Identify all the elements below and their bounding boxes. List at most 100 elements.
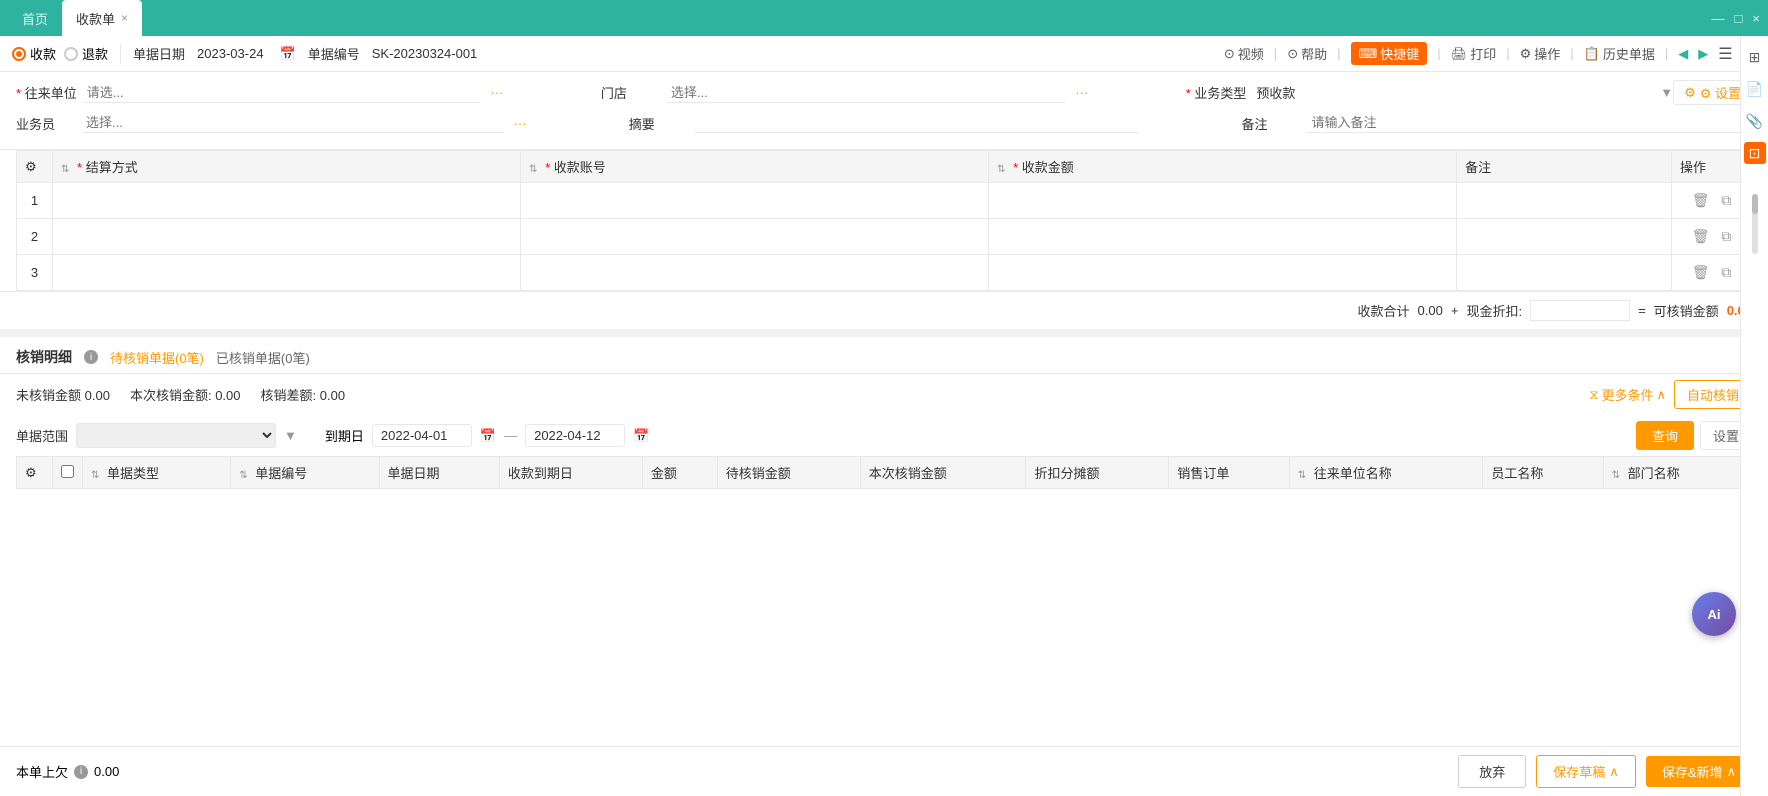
sidebar-clip-icon[interactable]: 📎 bbox=[1744, 110, 1766, 132]
collection-total-label: 收款合计 bbox=[1358, 301, 1410, 320]
row-2-settlement[interactable] bbox=[53, 219, 521, 255]
save-draft-btn[interactable]: 保存草稿 ∧ bbox=[1536, 755, 1636, 788]
bth-amount: 金额 bbox=[642, 457, 717, 489]
save-new-btn[interactable]: 保存&新增 ∧ bbox=[1646, 756, 1752, 787]
row-2-delete-icon[interactable]: 🗑 bbox=[1692, 228, 1710, 244]
net-label: 可核销金额 bbox=[1654, 301, 1719, 320]
nav-prev-icon[interactable]: ◀ bbox=[1678, 46, 1688, 62]
list-view-icon[interactable]: ☰ bbox=[1718, 44, 1732, 64]
tab-home[interactable]: 首页 bbox=[8, 0, 62, 36]
row-1-amount[interactable] bbox=[989, 183, 1457, 219]
bth-gear[interactable]: ⚙ bbox=[17, 457, 53, 489]
nav-next-icon[interactable]: ▶ bbox=[1698, 46, 1708, 62]
staff-label: 业务员 bbox=[16, 114, 76, 133]
row-1-settlement[interactable] bbox=[53, 183, 521, 219]
date-end-input[interactable] bbox=[525, 424, 625, 447]
sidebar-doc-icon[interactable]: 📄 bbox=[1744, 78, 1766, 100]
collection-total-value: 0.00 bbox=[1418, 303, 1443, 318]
sidebar-table-icon[interactable]: ⊞ bbox=[1744, 46, 1766, 68]
close-btn[interactable]: × bbox=[1752, 11, 1760, 26]
store-input[interactable] bbox=[667, 83, 1065, 103]
shortcut-btn[interactable]: ⌨ 快捷键 bbox=[1351, 42, 1428, 65]
save-new-dropdown-icon[interactable]: ∧ bbox=[1726, 764, 1736, 780]
bth-checkbox[interactable] bbox=[53, 457, 83, 489]
ai-badge[interactable]: Ai bbox=[1692, 592, 1736, 636]
calendar-icon[interactable]: 📅 bbox=[280, 46, 296, 62]
partner-more-btn[interactable]: ··· bbox=[490, 85, 503, 100]
current-label: 本单上欠 bbox=[16, 762, 68, 781]
bth-sales-order: 销售订单 bbox=[1169, 457, 1289, 489]
business-type-label: * 业务类型 bbox=[1186, 83, 1247, 102]
summary-input[interactable] bbox=[695, 113, 1140, 133]
row-3-account[interactable] bbox=[521, 255, 989, 291]
print-btn[interactable]: 🖨 打印 bbox=[1451, 44, 1497, 63]
row-2-amount[interactable] bbox=[989, 219, 1457, 255]
radio-refund-dot bbox=[64, 47, 78, 61]
business-type-value: 预收款 bbox=[1256, 83, 1295, 102]
tab-close-icon[interactable]: × bbox=[121, 11, 128, 25]
row-3-remarks[interactable] bbox=[1457, 255, 1672, 291]
minimize-btn[interactable]: — bbox=[1712, 11, 1725, 26]
bottom-right: 放弃 保存草稿 ∧ 保存&新增 ∧ bbox=[1458, 755, 1752, 788]
bth-partner-name: ⇅ 往来单位名称 bbox=[1289, 457, 1483, 489]
summary-field: 摘要 bbox=[629, 113, 1140, 133]
calendar-end-icon[interactable]: 📅 bbox=[633, 428, 649, 444]
date-dash: — bbox=[504, 428, 517, 443]
bth-discount: 折扣分摊额 bbox=[1026, 457, 1169, 489]
row-3-amount[interactable] bbox=[989, 255, 1457, 291]
sort-icon-settlement: ⇅ bbox=[61, 164, 69, 175]
verification-title: 核销明细 bbox=[16, 347, 72, 367]
row-1-remarks[interactable] bbox=[1457, 183, 1672, 219]
row-2-remarks[interactable] bbox=[1457, 219, 1672, 255]
right-sidebar: ⊞ 📄 📎 ⊡ bbox=[1740, 36, 1768, 796]
remarks-label: 备注 bbox=[1241, 114, 1301, 133]
scrollbar-thumb[interactable] bbox=[1752, 194, 1758, 214]
due-label: 到期日 bbox=[325, 426, 364, 445]
form-area: * 往来单位 ··· 门店 ··· * 业务类型 预收款 ▼ bbox=[0, 72, 1768, 150]
partner-input[interactable] bbox=[83, 83, 481, 103]
query-btn[interactable]: 查询 bbox=[1636, 421, 1694, 450]
store-more-btn[interactable]: ··· bbox=[1075, 85, 1088, 100]
row-1-delete-icon[interactable]: 🗑 bbox=[1692, 192, 1710, 208]
radio-refund[interactable]: 退款 bbox=[64, 44, 108, 63]
row-2-account[interactable] bbox=[521, 219, 989, 255]
staff-more-btn[interactable]: ··· bbox=[514, 116, 527, 131]
discount-input[interactable] bbox=[1530, 300, 1630, 321]
staff-input[interactable] bbox=[82, 113, 504, 133]
help-icon: ⊙ bbox=[1287, 46, 1298, 62]
discount-label: 现金折扣: bbox=[1466, 301, 1522, 320]
row-1-copy-icon[interactable]: ⧉ bbox=[1721, 192, 1731, 208]
business-dropdown-icon[interactable]: ▼ bbox=[1660, 85, 1673, 100]
pending-tab[interactable]: 待核销单据(0笔) bbox=[110, 348, 204, 367]
row-3-settlement[interactable] bbox=[53, 255, 521, 291]
radio-group: 收款 退款 bbox=[12, 44, 108, 63]
info-icon-2[interactable]: i bbox=[74, 765, 88, 779]
range-select[interactable] bbox=[76, 423, 276, 448]
remarks-input[interactable] bbox=[1307, 113, 1752, 133]
radio-receipt[interactable]: 收款 bbox=[12, 44, 56, 63]
video-icon: ⊙ bbox=[1224, 46, 1235, 62]
bottom-table-area: ⚙ ⇅ 单据类型 ⇅ 单据编号 bbox=[0, 456, 1768, 746]
th-gear[interactable]: ⚙ bbox=[17, 151, 53, 183]
video-btn[interactable]: ⊙ 视频 bbox=[1224, 44, 1264, 63]
select-all-checkbox[interactable] bbox=[61, 465, 74, 478]
business-type-field: * 业务类型 预收款 ▼ bbox=[1186, 83, 1673, 102]
row-3-delete-icon[interactable]: 🗑 bbox=[1692, 264, 1710, 280]
draft-dropdown-icon[interactable]: ∧ bbox=[1609, 764, 1619, 780]
more-conditions-btn[interactable]: ⧖ 更多条件 ∧ bbox=[1589, 385, 1666, 404]
date-start-input[interactable] bbox=[372, 424, 472, 447]
summary-label: 摘要 bbox=[629, 114, 689, 133]
history-btn[interactable]: 📋 历史单据 bbox=[1584, 44, 1655, 63]
row-1-account[interactable] bbox=[521, 183, 989, 219]
tab-receipt[interactable]: 收款单 × bbox=[62, 0, 142, 36]
discard-btn[interactable]: 放弃 bbox=[1458, 755, 1526, 788]
calendar-start-icon[interactable]: 📅 bbox=[480, 428, 496, 444]
maximize-btn[interactable]: □ bbox=[1735, 11, 1743, 26]
row-3-copy-icon[interactable]: ⧉ bbox=[1721, 264, 1731, 280]
info-icon[interactable]: i bbox=[84, 350, 98, 364]
sidebar-expand-icon[interactable]: ⊡ bbox=[1744, 142, 1766, 164]
row-2-copy-icon[interactable]: ⧉ bbox=[1721, 228, 1731, 244]
operation-btn[interactable]: ⚙ 操作 bbox=[1520, 44, 1561, 63]
done-tab[interactable]: 已核销单据(0笔) bbox=[216, 348, 310, 367]
help-btn[interactable]: ⊙ 帮助 bbox=[1287, 44, 1327, 63]
